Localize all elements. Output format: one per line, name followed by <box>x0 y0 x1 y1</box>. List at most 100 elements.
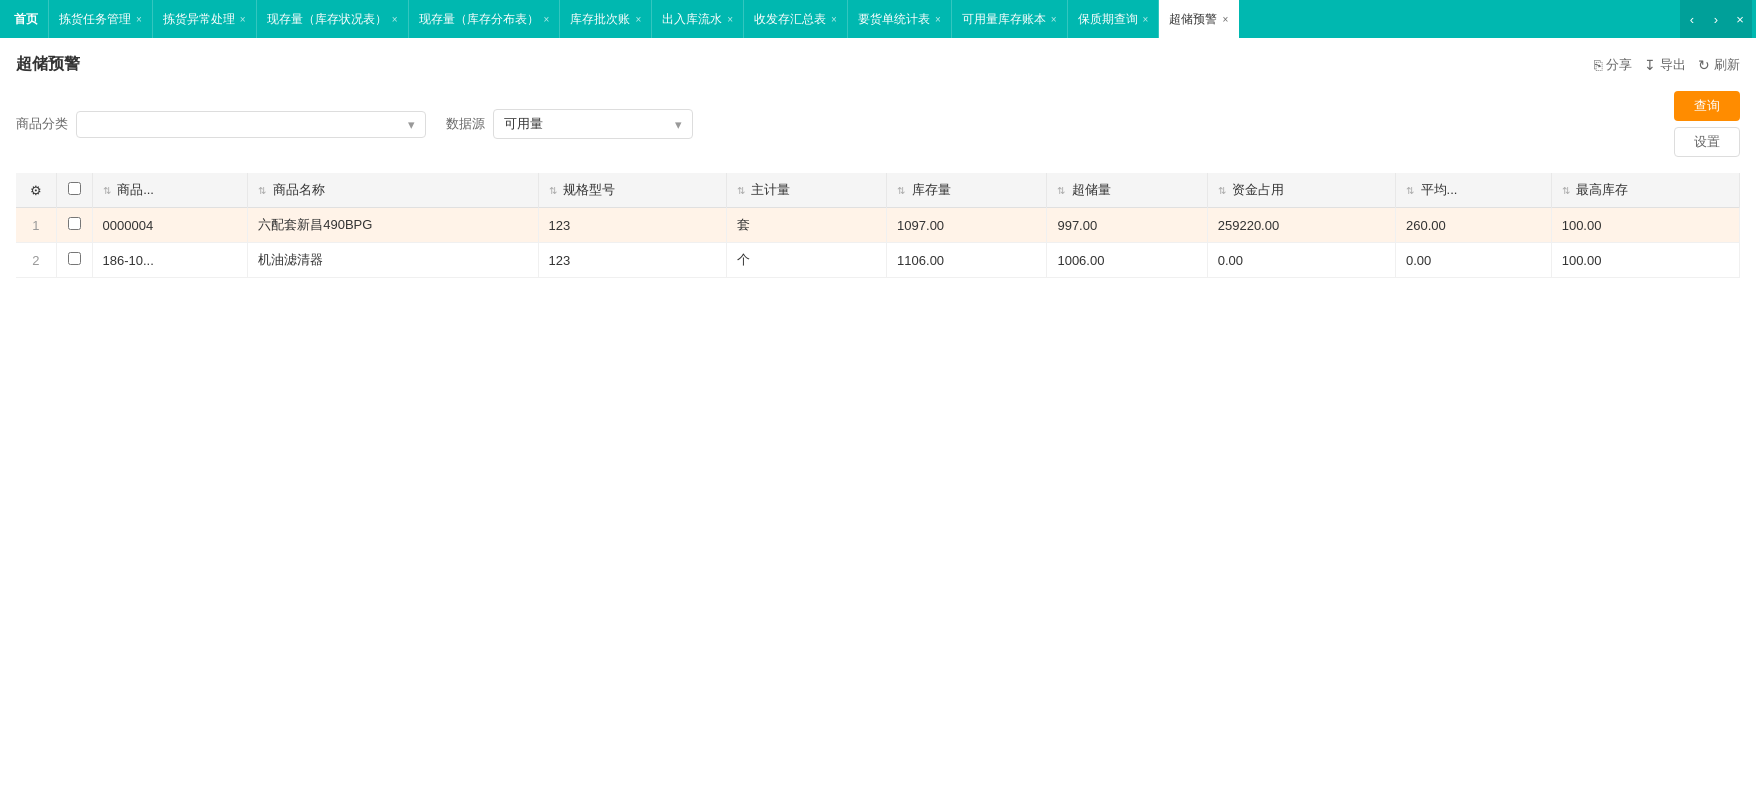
nav-tab-overstock-warning[interactable]: 超储预警 × <box>1159 0 1239 38</box>
cell-max-stock: 100.00 <box>1551 208 1739 243</box>
nav-tab-jicun-mgmt[interactable]: 拣货任务管理 × <box>49 0 153 38</box>
close-icon[interactable]: × <box>635 14 641 25</box>
sort-icon: ⇅ <box>103 185 111 196</box>
sort-icon: ⇅ <box>1218 185 1226 196</box>
row-number: 2 <box>16 243 56 278</box>
share-icon: ⎘ <box>1594 57 1602 73</box>
chevron-down-icon: ▾ <box>408 117 415 132</box>
column-checkbox[interactable] <box>56 173 92 208</box>
table-row: 1 0000004 六配套新昌490BPG 123 套 1097.00 997.… <box>16 208 1740 243</box>
gear-icon: ⚙ <box>30 183 42 198</box>
row-checkbox-cell[interactable] <box>56 243 92 278</box>
cell-product-name: 六配套新昌490BPG <box>248 208 538 243</box>
page-header: 超储预警 ⎘ 分享 ↧ 导出 ↻ 刷新 <box>16 54 1740 75</box>
cell-unit: 套 <box>726 208 886 243</box>
settings-button[interactable]: 设置 <box>1674 127 1740 157</box>
close-icon[interactable]: × <box>1051 14 1057 25</box>
datasource-filter: 数据源 可用量 ▾ <box>446 109 693 139</box>
column-product-code[interactable]: ⇅ 商品... <box>92 173 248 208</box>
cell-unit: 个 <box>726 243 886 278</box>
nav-tab-inventory-batch[interactable]: 库存批次账 × <box>560 0 652 38</box>
category-label: 商品分类 <box>16 115 68 133</box>
row-checkbox[interactable] <box>68 217 81 230</box>
row-checkbox[interactable] <box>68 252 81 265</box>
cell-avg: 0.00 <box>1395 243 1551 278</box>
category-select[interactable]: ▾ <box>76 111 426 138</box>
cell-max-stock: 100.00 <box>1551 243 1739 278</box>
sort-icon: ⇅ <box>258 185 266 196</box>
share-button[interactable]: ⎘ 分享 <box>1594 56 1632 74</box>
column-unit[interactable]: ⇅ 主计量 <box>726 173 886 208</box>
datasource-label: 数据源 <box>446 115 485 133</box>
cell-product-name: 机油滤清器 <box>248 243 538 278</box>
nav-tab-recv-summary[interactable]: 收发存汇总表 × <box>744 0 848 38</box>
cell-stock: 1106.00 <box>887 243 1047 278</box>
refresh-icon: ↻ <box>1698 57 1710 73</box>
export-icon: ↧ <box>1644 57 1656 73</box>
page-container: 超储预警 ⎘ 分享 ↧ 导出 ↻ 刷新 商品分类 ▾ 数据源 <box>0 38 1756 800</box>
header-actions: ⎘ 分享 ↧ 导出 ↻ 刷新 <box>1594 56 1740 74</box>
nav-arrow-left[interactable]: ‹ <box>1680 0 1704 38</box>
chevron-down-icon: ▾ <box>675 117 682 132</box>
cell-overstock: 997.00 <box>1047 208 1207 243</box>
table-header-row: ⚙ ⇅ 商品... ⇅ 商品名称 ⇅ 规格型号 <box>16 173 1740 208</box>
cell-stock: 1097.00 <box>887 208 1047 243</box>
sort-icon: ⇅ <box>737 185 745 196</box>
filter-actions: 查询 设置 <box>1674 91 1740 157</box>
nav-tab-inventory-status[interactable]: 现存量（库存状况表） × <box>257 0 409 38</box>
column-avg[interactable]: ⇅ 平均... <box>1395 173 1551 208</box>
cell-capital: 0.00 <box>1207 243 1395 278</box>
page-title: 超储预警 <box>16 54 80 75</box>
nav-tab-order-stats[interactable]: 要货单统计表 × <box>848 0 952 38</box>
cell-spec: 123 <box>538 208 726 243</box>
nav-tab-available-inv[interactable]: 可用量库存账本 × <box>952 0 1068 38</box>
close-icon[interactable]: × <box>1143 14 1149 25</box>
cell-avg: 260.00 <box>1395 208 1551 243</box>
sort-icon: ⇅ <box>1562 185 1570 196</box>
close-icon[interactable]: × <box>727 14 733 25</box>
row-number: 1 <box>16 208 56 243</box>
nav-tab-jicun-abnormal[interactable]: 拣货异常处理 × <box>153 0 257 38</box>
nav-tab-inventory-dist[interactable]: 现存量（库存分布表） × <box>409 0 561 38</box>
nav-tab-home[interactable]: 首页 <box>4 0 49 38</box>
column-capital[interactable]: ⇅ 资金占用 <box>1207 173 1395 208</box>
close-icon[interactable]: × <box>831 14 837 25</box>
close-icon[interactable]: × <box>136 14 142 25</box>
close-icon[interactable]: × <box>935 14 941 25</box>
sort-icon: ⇅ <box>1057 185 1065 196</box>
filter-row: 商品分类 ▾ 数据源 可用量 ▾ 查询 设置 <box>16 91 1740 157</box>
cell-spec: 123 <box>538 243 726 278</box>
cell-product-code: 186-10... <box>92 243 248 278</box>
cell-capital: 259220.00 <box>1207 208 1395 243</box>
nav-tab-inout-flow[interactable]: 出入库流水 × <box>652 0 744 38</box>
export-button[interactable]: ↧ 导出 <box>1644 56 1686 74</box>
top-navigation: 首页 拣货任务管理 × 拣货异常处理 × 现存量（库存状况表） × 现存量（库存… <box>0 0 1756 38</box>
column-overstock[interactable]: ⇅ 超储量 <box>1047 173 1207 208</box>
datasource-select[interactable]: 可用量 ▾ <box>493 109 693 139</box>
row-checkbox-cell[interactable] <box>56 208 92 243</box>
select-all-checkbox[interactable] <box>68 182 81 195</box>
datasource-value: 可用量 <box>504 115 543 133</box>
column-spec[interactable]: ⇅ 规格型号 <box>538 173 726 208</box>
data-table-wrapper: ⚙ ⇅ 商品... ⇅ 商品名称 ⇅ 规格型号 <box>16 173 1740 278</box>
column-settings[interactable]: ⚙ <box>16 173 56 208</box>
close-icon[interactable]: × <box>392 14 398 25</box>
category-filter: 商品分类 ▾ <box>16 111 426 138</box>
column-max-stock[interactable]: ⇅ 最高库存 <box>1551 173 1739 208</box>
refresh-button[interactable]: ↻ 刷新 <box>1698 56 1740 74</box>
close-icon[interactable]: × <box>1222 14 1228 25</box>
close-icon[interactable]: × <box>240 14 246 25</box>
nav-tab-quality-check[interactable]: 保质期查询 × <box>1068 0 1160 38</box>
nav-arrow-close[interactable]: × <box>1728 0 1752 38</box>
data-table: ⚙ ⇅ 商品... ⇅ 商品名称 ⇅ 规格型号 <box>16 173 1740 278</box>
query-button[interactable]: 查询 <box>1674 91 1740 121</box>
cell-overstock: 1006.00 <box>1047 243 1207 278</box>
sort-icon: ⇅ <box>549 185 557 196</box>
close-icon[interactable]: × <box>544 14 550 25</box>
table-row: 2 186-10... 机油滤清器 123 个 1106.00 1006.00 … <box>16 243 1740 278</box>
cell-product-code: 0000004 <box>92 208 248 243</box>
column-product-name[interactable]: ⇅ 商品名称 <box>248 173 538 208</box>
nav-arrow-right[interactable]: › <box>1704 0 1728 38</box>
sort-icon: ⇅ <box>897 185 905 196</box>
column-stock[interactable]: ⇅ 库存量 <box>887 173 1047 208</box>
